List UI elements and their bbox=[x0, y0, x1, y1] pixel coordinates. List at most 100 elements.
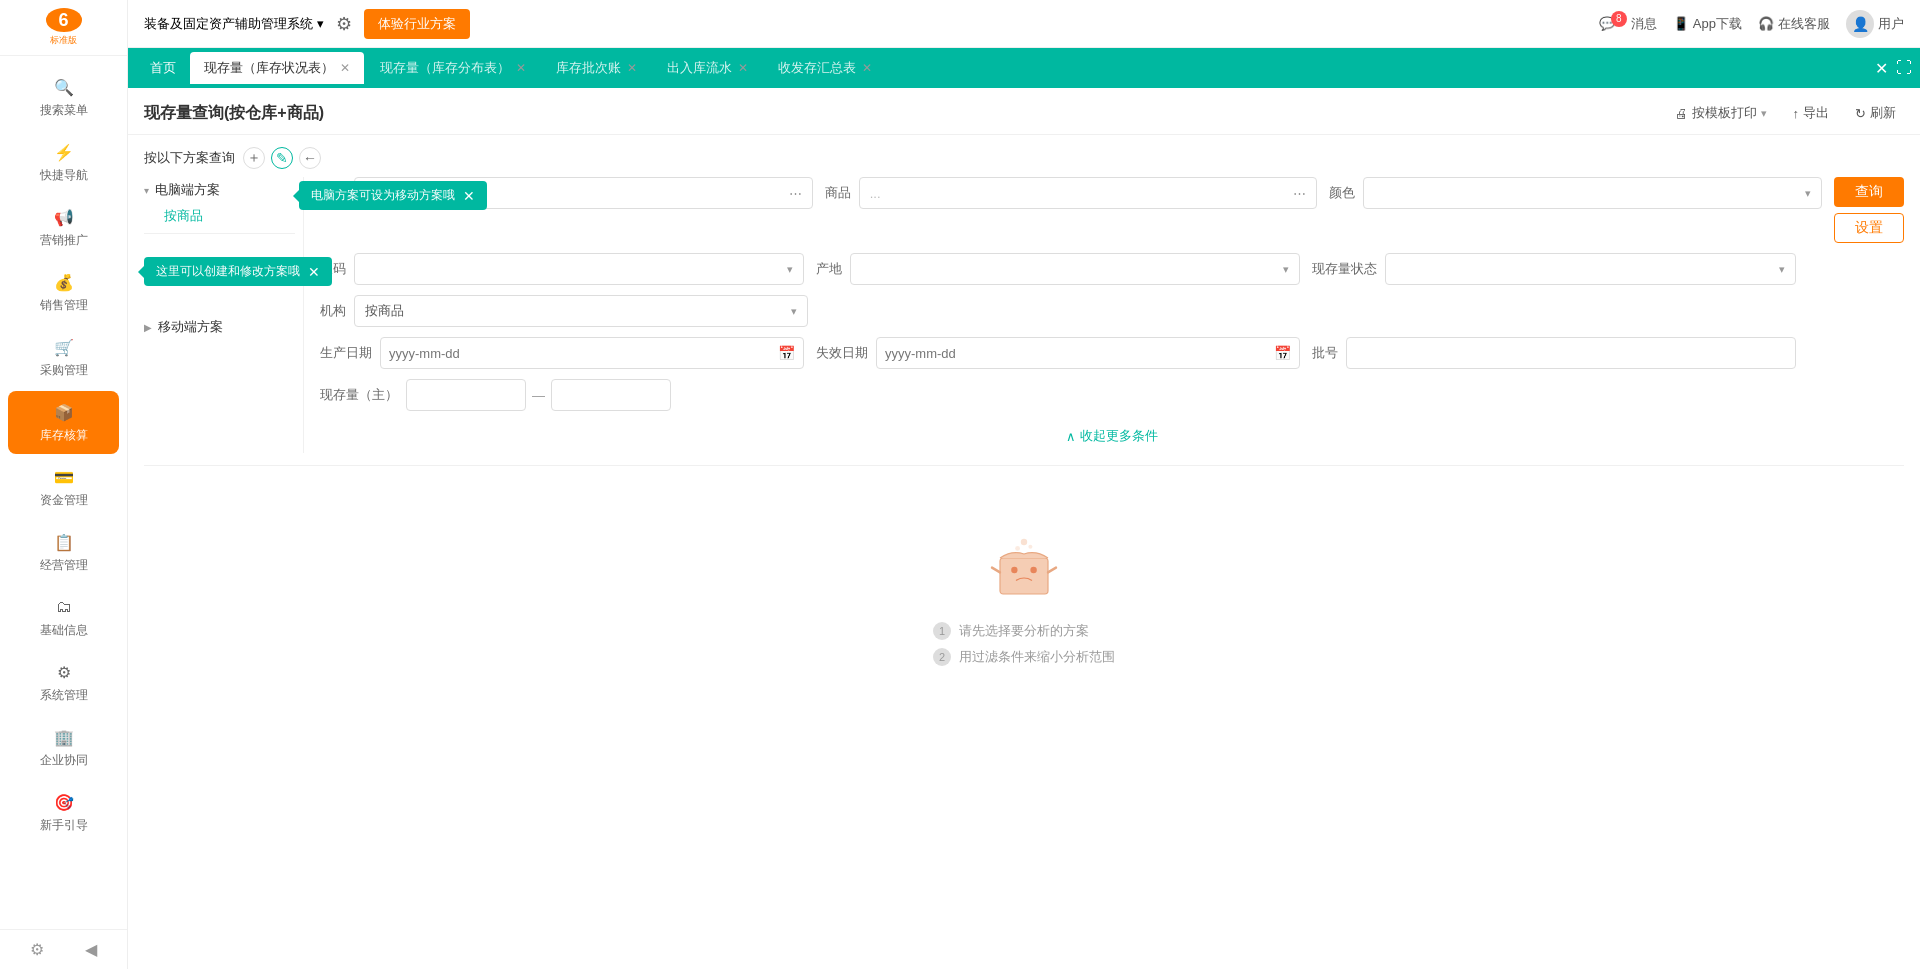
logo-icon: 6 bbox=[46, 8, 82, 32]
search-button[interactable]: 查询 bbox=[1834, 177, 1904, 207]
mobile-scheme-header[interactable]: ▶ 移动端方案 bbox=[144, 314, 295, 340]
tab-inout_flow[interactable]: 出入库流水 ✕ bbox=[653, 52, 762, 84]
category-value: 按商品 bbox=[365, 302, 404, 320]
goods-label: 商品 bbox=[825, 184, 851, 202]
tab-label-receive_summary: 收发存汇总表 bbox=[778, 59, 856, 77]
production-date-input[interactable]: 📅 bbox=[380, 337, 804, 369]
mobile-scheme-label: 移动端方案 bbox=[158, 318, 223, 336]
page-content: 现存量查询(按仓库+商品) 🖨 按模板打印 ▾ ↑ 导出 ↻ 刷新 bbox=[128, 88, 1920, 969]
color-label: 颜色 bbox=[1329, 184, 1355, 202]
stock-qty-max-input[interactable] bbox=[551, 379, 671, 411]
tab-close-inout_flow[interactable]: ✕ bbox=[738, 62, 748, 74]
tab-close-batch_account[interactable]: ✕ bbox=[627, 62, 637, 74]
refresh-icon: ↻ bbox=[1855, 106, 1866, 121]
sidebar-item-finance[interactable]: 💳资金管理 bbox=[8, 456, 119, 519]
color-select[interactable]: ▾ bbox=[1363, 177, 1822, 209]
nav-label-guide: 快捷导航 bbox=[40, 167, 88, 184]
production-date-field[interactable] bbox=[389, 346, 772, 361]
edit-scheme-button[interactable]: ✎ bbox=[271, 147, 293, 169]
nav-label-marketing: 营销推广 bbox=[40, 232, 88, 249]
sidebar-item-basic[interactable]: 🗂基础信息 bbox=[8, 586, 119, 649]
sidebar-item-search[interactable]: 🔍 搜索菜单 bbox=[8, 66, 119, 129]
nav-label-search: 搜索菜单 bbox=[40, 102, 88, 119]
support-action[interactable]: 🎧 在线客服 bbox=[1758, 15, 1830, 33]
sidebar-item-marketing[interactable]: 📢营销推广 bbox=[8, 196, 119, 259]
back-scheme-button[interactable]: ← bbox=[299, 147, 321, 169]
settings-icon[interactable]: ⚙ bbox=[336, 13, 352, 35]
sidebar-item-system[interactable]: ⚙系统管理 bbox=[8, 651, 119, 714]
empty-tip-2: 2 用过滤条件来缩小分析范围 bbox=[933, 648, 1115, 666]
sidebar-item-inventory[interactable]: 📦库存核算 bbox=[8, 391, 119, 454]
expiry-date-calendar-icon[interactable]: 📅 bbox=[1274, 345, 1291, 361]
collapse-button[interactable]: ∧ 收起更多条件 bbox=[320, 419, 1904, 453]
refresh-button[interactable]: ↻ 刷新 bbox=[1847, 100, 1904, 126]
production-date-calendar-icon[interactable]: 📅 bbox=[778, 345, 795, 361]
filter-label: 按以下方案查询 bbox=[144, 149, 235, 167]
expiry-date-field[interactable] bbox=[885, 346, 1268, 361]
tab-stock_dist[interactable]: 现存量（库存分布表）✕ bbox=[366, 52, 540, 84]
mobile-scheme-arrow: ▶ bbox=[144, 322, 152, 333]
size-dropdown-icon: ▾ bbox=[787, 263, 793, 276]
app-download-action[interactable]: 📱 App下载 bbox=[1673, 15, 1742, 33]
filter-area: 按以下方案查询 ＋ ✎ ← ▾ 电脑端方案 bbox=[128, 135, 1920, 465]
nav-icon-basic: 🗂 bbox=[53, 596, 75, 618]
user-label: 用户 bbox=[1878, 15, 1904, 33]
pc-scheme-header[interactable]: ▾ 电脑端方案 bbox=[144, 177, 295, 203]
system-title-select[interactable]: 装备及固定资产辅助管理系统 ▾ bbox=[144, 15, 324, 33]
app-label: App下载 bbox=[1693, 15, 1742, 33]
expiry-date-input[interactable]: 📅 bbox=[876, 337, 1300, 369]
pc-tooltip-close[interactable]: ✕ bbox=[463, 189, 475, 203]
user-avatar: 👤 bbox=[1846, 10, 1874, 38]
edit-tooltip-text: 这里可以创建和修改方案哦 bbox=[156, 263, 300, 280]
nav-icon-inventory: 📦 bbox=[53, 401, 75, 423]
origin-select[interactable]: ▾ bbox=[850, 253, 1300, 285]
collapse-sidebar-icon[interactable]: ◀ bbox=[85, 940, 97, 959]
message-action[interactable]: 💬 8 消息 bbox=[1599, 15, 1657, 33]
sidebar-item-sales[interactable]: 💰销售管理 bbox=[8, 261, 119, 324]
sidebar-item-guide[interactable]: ⚡快捷导航 bbox=[8, 131, 119, 194]
goods-placeholder: ... bbox=[870, 186, 881, 201]
settings-footer-icon[interactable]: ⚙ bbox=[30, 940, 44, 959]
reset-button[interactable]: 设置 bbox=[1834, 213, 1904, 243]
nav-icon-search: 🔍 bbox=[53, 76, 75, 98]
tab-close-receive_summary[interactable]: ✕ bbox=[862, 62, 872, 74]
tab-receive_summary[interactable]: 收发存汇总表 ✕ bbox=[764, 52, 886, 84]
sidebar-item-newbie[interactable]: 🎯新手引导 bbox=[8, 781, 119, 844]
category-select[interactable]: 按商品 ▾ bbox=[354, 295, 808, 327]
tab-close-stock_dist[interactable]: ✕ bbox=[516, 62, 526, 74]
export-button[interactable]: ↑ 导出 bbox=[1785, 100, 1838, 126]
pc-scheme-arrow: ▾ bbox=[144, 185, 149, 196]
warehouse-more-icon[interactable]: ⋯ bbox=[789, 186, 802, 201]
trial-button[interactable]: 体验行业方案 bbox=[364, 9, 470, 39]
tab-expand-icon[interactable]: ⛶ bbox=[1896, 59, 1912, 77]
sidebar-item-enterprise[interactable]: 🏢企业协同 bbox=[8, 716, 119, 779]
svg-point-2 bbox=[1030, 567, 1036, 573]
tab-home[interactable]: 首页 bbox=[136, 59, 190, 77]
sidebar-logo: 6 标准版 bbox=[0, 0, 127, 56]
goods-select[interactable]: ... ⋯ bbox=[859, 177, 1318, 209]
export-icon: ↑ bbox=[1793, 106, 1800, 121]
tab-stock_status[interactable]: 现存量（库存状况表）✕ bbox=[190, 52, 364, 84]
pc-scheme-item-goods[interactable]: 按商品 bbox=[144, 203, 295, 229]
tab-label-inout_flow: 出入库流水 bbox=[667, 59, 732, 77]
goods-more-icon[interactable]: ⋯ bbox=[1293, 186, 1306, 201]
batch-input[interactable] bbox=[1346, 337, 1796, 369]
stock-status-select[interactable]: ▾ bbox=[1385, 253, 1796, 285]
size-select[interactable]: ▾ bbox=[354, 253, 804, 285]
nav-icon-newbie: 🎯 bbox=[53, 791, 75, 813]
tab-batch_account[interactable]: 库存批次账✕ bbox=[542, 52, 651, 84]
print-template-button[interactable]: 🖨 按模板打印 ▾ bbox=[1667, 100, 1775, 126]
pc-scheme-label: 电脑端方案 bbox=[155, 181, 220, 199]
stock-qty-min-input[interactable] bbox=[406, 379, 526, 411]
expiry-date-label: 失效日期 bbox=[816, 344, 868, 362]
tab-close-all-icon[interactable]: ✕ bbox=[1875, 59, 1888, 78]
sidebar-item-purchase[interactable]: 🛒采购管理 bbox=[8, 326, 119, 389]
pc-scheme-tooltip: 电脑方案可设为移动方案哦 ✕ bbox=[299, 181, 487, 210]
edit-tooltip-close[interactable]: ✕ bbox=[308, 265, 320, 279]
add-scheme-button[interactable]: ＋ bbox=[243, 147, 265, 169]
sidebar-item-operation[interactable]: 📋经营管理 bbox=[8, 521, 119, 584]
tab-close-stock_status[interactable]: ✕ bbox=[340, 62, 350, 74]
user-action[interactable]: 👤 用户 bbox=[1846, 10, 1904, 38]
sidebar-nav: 🔍 搜索菜单 ⚡快捷导航📢营销推广💰销售管理🛒采购管理📦库存核算💳资金管理📋经营管理… bbox=[0, 56, 127, 929]
svg-line-3 bbox=[992, 568, 1000, 573]
